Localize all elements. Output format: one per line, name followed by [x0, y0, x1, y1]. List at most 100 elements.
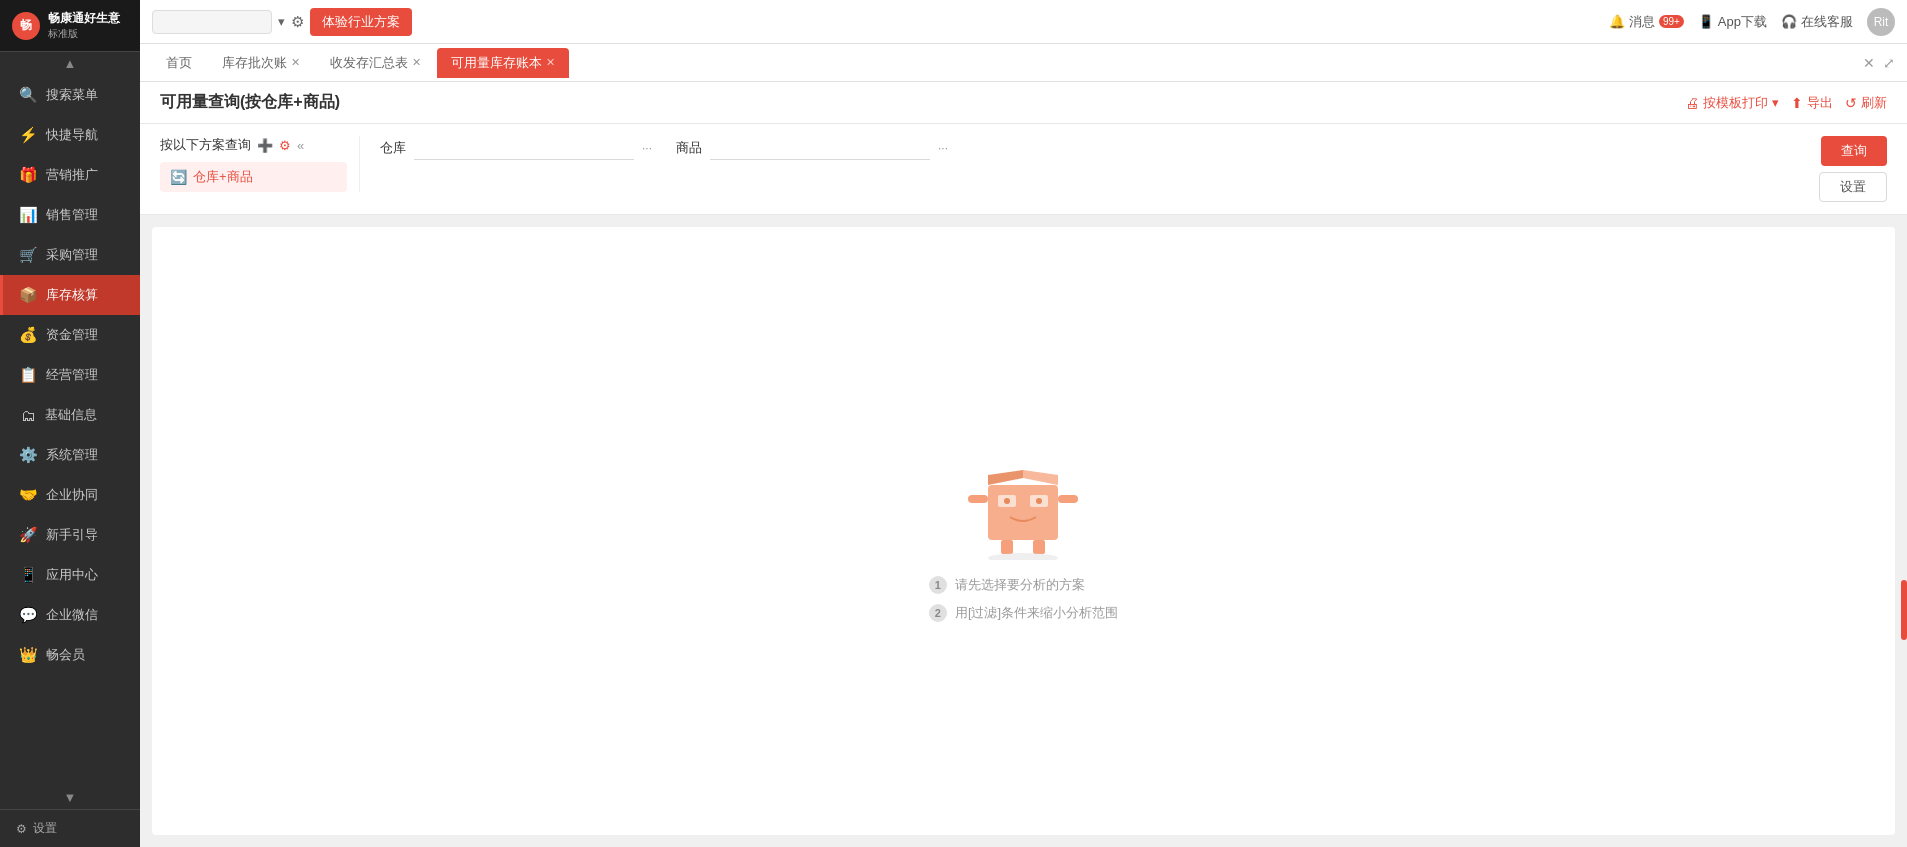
topbar-left: ▾ ⚙ 体验行业方案	[152, 8, 1601, 36]
message-btn[interactable]: 🔔 消息 99+	[1609, 13, 1684, 31]
service-icon: 🎧	[1781, 14, 1797, 29]
topbar-dropdown-btn[interactable]: ▾	[278, 14, 285, 29]
goods-more-btn[interactable]: ···	[938, 141, 948, 155]
warehouse-label: 仓库	[380, 139, 406, 157]
app-label: App下载	[1718, 13, 1767, 31]
filter-schemes: 按以下方案查询 ➕ ⚙ « 🔄 仓库+商品	[160, 136, 360, 192]
sidebar-label-marketing: 营销推广	[46, 166, 98, 184]
sidebar-icon-purchase: 🛒	[19, 246, 38, 264]
service-label: 在线客服	[1801, 13, 1853, 31]
hint-num-1: 1	[929, 576, 947, 594]
tab-close-batch[interactable]: ✕	[291, 56, 300, 69]
sidebar-item-appcenter[interactable]: 📱应用中心	[0, 555, 140, 595]
warehouse-input[interactable]	[414, 136, 634, 160]
tab-maximize-btn[interactable]: ⤢	[1883, 55, 1895, 71]
sidebar-item-system[interactable]: ⚙️系统管理	[0, 435, 140, 475]
right-scrollbar[interactable]	[1901, 580, 1907, 640]
refresh-btn[interactable]: ↺ 刷新	[1845, 94, 1887, 112]
empty-content: 1 请先选择要分析的方案 2 用[过滤]条件来缩小分析范围	[929, 440, 1118, 622]
tabs-right-actions: ✕ ⤢	[1863, 55, 1895, 71]
print-dropdown-icon: ▾	[1772, 95, 1779, 110]
tab-close-available_ledger[interactable]: ✕	[546, 56, 555, 69]
avatar: Rit	[1867, 8, 1895, 36]
service-btn[interactable]: 🎧 在线客服	[1781, 13, 1853, 31]
sidebar-item-finance[interactable]: 💰资金管理	[0, 315, 140, 355]
sidebar-item-basic[interactable]: 🗂 基础信息	[0, 395, 140, 435]
sidebar-nav: 🔍搜索菜单 ⚡ 快捷导航 🎁 营销推广 📊销售管理 🛒 采购管理 📦库存核算💰资金管理📋经营管理…	[0, 75, 140, 786]
sidebar-icon-system: ⚙️	[19, 446, 38, 464]
sidebar-label-enterprise: 企业协同	[46, 486, 98, 504]
svg-marker-1	[988, 470, 1023, 485]
sidebar-label-basic: 基础信息	[45, 406, 97, 424]
scheme-icon: 🔄	[170, 169, 187, 185]
app-download-btn[interactable]: 📱 App下载	[1698, 13, 1767, 31]
sidebar-item-shortcut[interactable]: ⚡ 快捷导航	[0, 115, 140, 155]
sidebar-scroll-down[interactable]: ▼	[0, 786, 140, 809]
scheme-settings-btn[interactable]: ⚙	[279, 138, 291, 153]
tab-label-batch: 库存批次账	[222, 54, 287, 72]
svg-point-6	[1036, 498, 1042, 504]
sidebar-label-operations: 经营管理	[46, 366, 98, 384]
tab-close-all-btn[interactable]: ✕	[1863, 55, 1875, 71]
tab-available_ledger[interactable]: 可用量库存账本✕	[437, 48, 569, 78]
filter-actions: 查询 设置	[1799, 136, 1887, 202]
topbar: ▾ ⚙ 体验行业方案 🔔 消息 99+ 📱 App下载 🎧 在线客服 Rit	[140, 0, 1907, 44]
main-area: ▾ ⚙ 体验行业方案 🔔 消息 99+ 📱 App下载 🎧 在线客服 Rit	[140, 0, 1907, 847]
sidebar-icon-basic: 🗂	[19, 407, 37, 424]
svg-rect-0	[988, 485, 1058, 540]
svg-marker-2	[1023, 470, 1058, 485]
sidebar-icon-sales: 📊	[19, 206, 38, 224]
message-icon: 🔔	[1609, 14, 1625, 29]
export-btn[interactable]: ⬆ 导出	[1791, 94, 1833, 112]
sidebar-scroll-up[interactable]: ▲	[0, 52, 140, 75]
collapse-btn[interactable]: «	[297, 138, 304, 153]
sidebar-item-search[interactable]: 🔍搜索菜单	[0, 75, 140, 115]
svg-rect-10	[1058, 495, 1078, 503]
goods-input[interactable]	[710, 136, 930, 160]
tab-label-home: 首页	[166, 54, 192, 72]
scheme-item-warehouse-goods[interactable]: 🔄 仓库+商品	[160, 162, 347, 192]
sidebar-bottom: ⚙设置	[0, 809, 140, 847]
topbar-search-box[interactable]	[152, 10, 272, 34]
sidebar-item-operations[interactable]: 📋经营管理	[0, 355, 140, 395]
sidebar-label-appcenter: 应用中心	[46, 566, 98, 584]
sidebar-label-purchase: 采购管理	[46, 246, 98, 264]
setting-button[interactable]: 设置	[1819, 172, 1887, 202]
sidebar-label-shortcut: 快捷导航	[46, 126, 98, 144]
filter-scheme-label: 按以下方案查询	[160, 136, 251, 154]
sidebar-title-block: 畅康通好生意 标准版	[48, 10, 120, 41]
user-avatar[interactable]: Rit	[1867, 8, 1895, 36]
sidebar-item-inventory[interactable]: 📦库存核算	[0, 275, 140, 315]
print-icon: 🖨	[1685, 95, 1699, 111]
sidebar-icon-shortcut: ⚡	[19, 126, 38, 144]
warehouse-more-btn[interactable]: ···	[642, 141, 652, 155]
sidebar-icon-member: 👑	[19, 646, 38, 664]
tab-stock_summary[interactable]: 收发存汇总表✕	[316, 48, 435, 78]
sidebar-item-purchase[interactable]: 🛒 采购管理	[0, 235, 140, 275]
sidebar-item-wechat[interactable]: 💬企业微信	[0, 595, 140, 635]
refresh-icon: ↺	[1845, 95, 1857, 111]
hint-text-1: 请先选择要分析的方案	[955, 576, 1085, 594]
filter-fields: 仓库 ··· 商品 ···	[360, 136, 1799, 160]
print-btn[interactable]: 🖨 按模板打印 ▾	[1685, 94, 1779, 112]
sidebar-item-marketing[interactable]: 🎁 营销推广	[0, 155, 140, 195]
query-button[interactable]: 查询	[1821, 136, 1887, 166]
sidebar-item-newguide[interactable]: 🚀新手引导	[0, 515, 140, 555]
sidebar-item-member[interactable]: 👑畅会员	[0, 635, 140, 675]
add-scheme-btn[interactable]: ➕	[257, 138, 273, 153]
filter-warehouse: 仓库 ···	[380, 136, 652, 160]
tab-home[interactable]: 首页	[152, 48, 206, 78]
sidebar-subtitle: 标准版	[48, 27, 120, 41]
page-header: 可用量查询(按仓库+商品) 🖨 按模板打印 ▾ ⬆ 导出 ↺ 刷新	[140, 82, 1907, 124]
sidebar-item-enterprise[interactable]: 🤝企业协同	[0, 475, 140, 515]
sidebar-icon-marketing: 🎁	[19, 166, 38, 184]
topbar-gear-icon[interactable]: ⚙	[291, 13, 304, 31]
empty-text: 1 请先选择要分析的方案 2 用[过滤]条件来缩小分析范围	[929, 576, 1118, 622]
tab-batch[interactable]: 库存批次账 ✕	[208, 48, 314, 78]
sidebar-label-finance: 资金管理	[46, 326, 98, 344]
tab-close-stock_summary[interactable]: ✕	[412, 56, 421, 69]
sidebar-icon-inventory: 📦	[19, 286, 38, 304]
sidebar-item-sales[interactable]: 📊销售管理	[0, 195, 140, 235]
empty-hint-1: 1 请先选择要分析的方案	[929, 576, 1118, 594]
industry-btn[interactable]: 体验行业方案	[310, 8, 412, 36]
